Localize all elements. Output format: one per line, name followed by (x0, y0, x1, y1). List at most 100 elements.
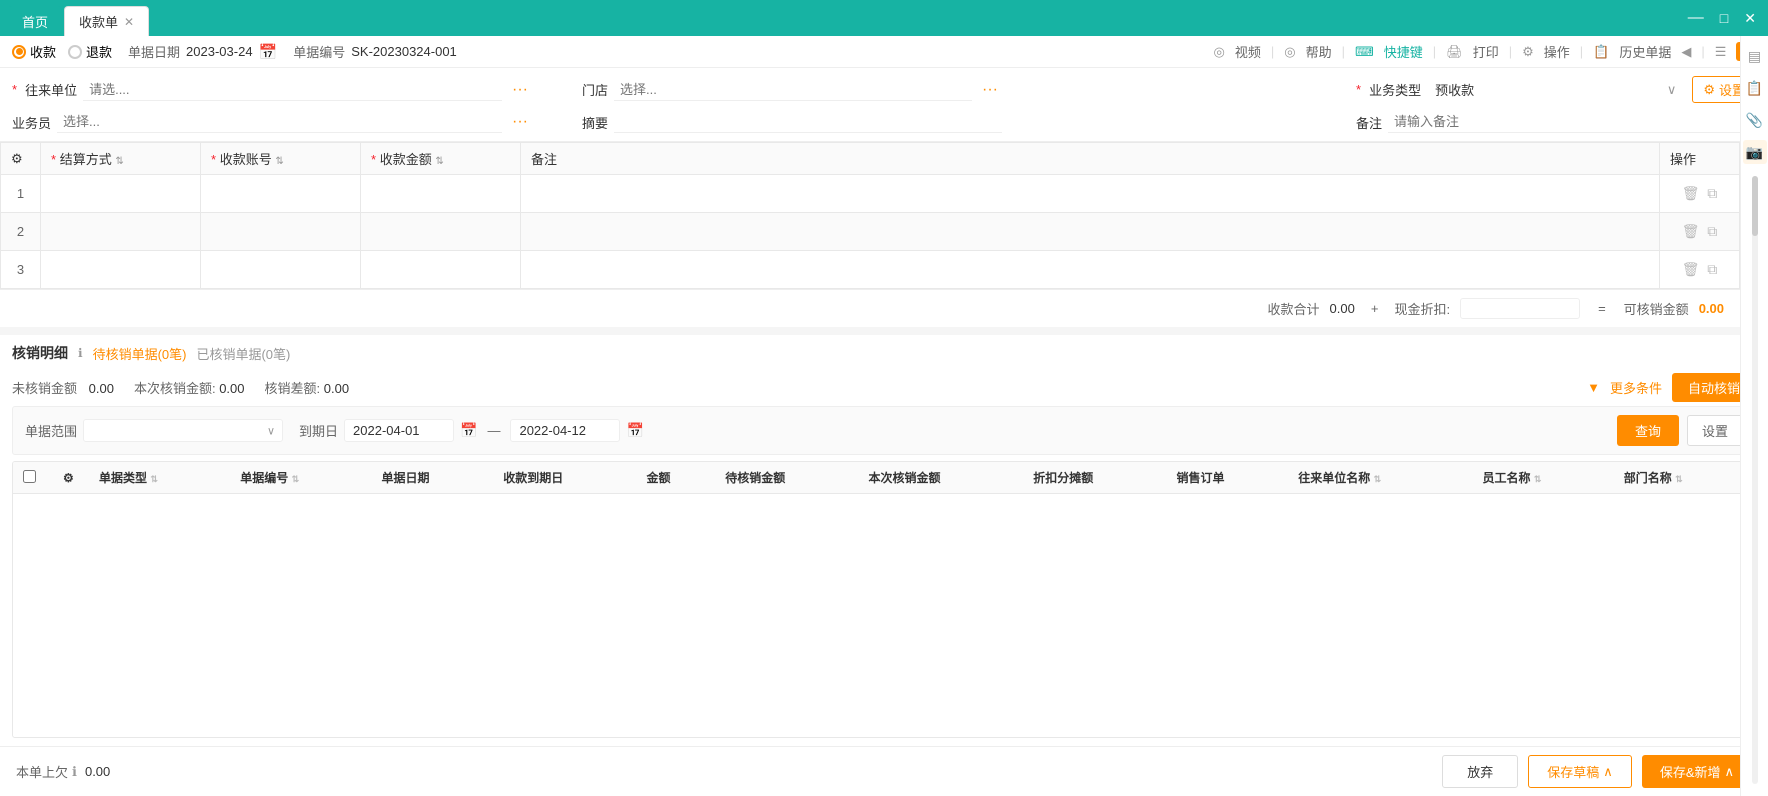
toolbar-history-btn[interactable]: 历史单据 (1619, 42, 1671, 61)
cell-amount[interactable] (361, 251, 521, 289)
window-maximize[interactable]: □ (1716, 10, 1732, 26)
radio-refund[interactable]: 退款 (68, 42, 112, 61)
save-draft-btn[interactable]: 保存草稿 ∧ (1528, 755, 1632, 788)
scrollbar-track[interactable] (1752, 176, 1758, 784)
cell-method[interactable] (41, 251, 201, 289)
toolbar-divider4: | (1509, 44, 1512, 59)
cell-amount[interactable] (361, 175, 521, 213)
th-dept-name: 部门名称 ⇅ (1614, 462, 1755, 494)
cell-remark[interactable] (521, 213, 1660, 251)
tab-close-icon[interactable]: ✕ (124, 15, 134, 29)
th-settings2[interactable]: ⚙ (53, 462, 89, 494)
cell-remark[interactable] (521, 251, 1660, 289)
th-method: * 结算方式 ⇅ (41, 143, 201, 175)
toolbar-nav-left[interactable]: ◀ (1681, 44, 1691, 60)
th-due-date: 收款到期日 (493, 462, 636, 494)
table-row: 3 🗑 ⧉ (1, 251, 1740, 289)
calendar-from-icon[interactable]: 📅 (460, 422, 477, 439)
tab-home[interactable]: 首页 (8, 6, 62, 36)
filter-icon: ▼ (1587, 380, 1600, 395)
current-stat: 本次核销金额: 0.00 (134, 378, 245, 397)
toolbar-video-btn[interactable]: 视频 (1235, 42, 1261, 61)
table-settings-btn[interactable]: 设置 (1687, 415, 1743, 446)
right-panel-icon-doc[interactable]: 📋 (1743, 76, 1767, 100)
business-type-dropdown[interactable]: ∨ (1667, 82, 1677, 98)
toolbar-nav-list[interactable]: ☰ (1715, 44, 1727, 60)
tab-receipt[interactable]: 收款单 ✕ (64, 6, 149, 36)
partner-more-btn[interactable]: ··· (508, 81, 532, 99)
row-delete-icon[interactable]: 🗑 (1682, 185, 1700, 201)
toolbar-history-icon: 📋 (1593, 44, 1609, 60)
row-copy-icon[interactable]: ⧉ (1707, 185, 1717, 201)
th-settings[interactable]: ⚙ (1, 143, 41, 175)
cell-account[interactable] (201, 213, 361, 251)
cell-account[interactable] (201, 251, 361, 289)
row-delete-icon[interactable]: 🗑 (1682, 223, 1700, 239)
row-delete-icon[interactable]: 🗑 (1682, 261, 1700, 277)
cell-method[interactable] (41, 213, 201, 251)
partner-input[interactable] (83, 79, 502, 101)
calendar-icon[interactable]: 📅 (259, 43, 278, 61)
right-panel: ▤ 📋 📎 📷 (1740, 36, 1768, 796)
business-type-label-text: 业务类型 (1369, 80, 1421, 99)
calendar-to-icon[interactable]: 📅 (626, 422, 643, 439)
current-value: 0.00 (219, 381, 244, 396)
date-dash: — (487, 423, 500, 438)
discount-input[interactable] (1460, 298, 1580, 319)
right-panel-icon-table[interactable]: ▤ (1743, 44, 1767, 68)
tab-home-label: 首页 (22, 12, 48, 31)
select-all-checkbox[interactable] (23, 470, 36, 483)
save-new-btn[interactable]: 保存&新增 ∧ (1642, 755, 1752, 788)
date-value: 2023-03-24 (186, 44, 253, 59)
receipt-table: ⚙ * 结算方式 ⇅ * 收款账号 ⇅ * 收款金额 ⇅ (0, 142, 1740, 289)
total-value: 0.00 (1330, 301, 1355, 316)
th-partner-name: 往来单位名称 ⇅ (1288, 462, 1472, 494)
save-new-arrow-icon: ∧ (1724, 764, 1734, 780)
radio-receipt[interactable]: 收款 (12, 42, 56, 61)
footer-bar: 本单上欠 ℹ 0.00 放弃 保存草稿 ∧ 保存&新增 ∧ (0, 746, 1768, 796)
store-input[interactable] (614, 79, 972, 101)
date-label: 单据日期 (128, 42, 180, 61)
range-select[interactable] (83, 419, 283, 442)
staff-input[interactable] (57, 111, 502, 133)
right-panel-icon-attach[interactable]: 📎 (1743, 108, 1767, 132)
table-row: 2 🗑 ⧉ (1, 213, 1740, 251)
reconcile-title: 核销明细 (12, 343, 68, 363)
summary-input[interactable] (614, 111, 1002, 133)
carryover-info-icon[interactable]: ℹ (72, 764, 77, 780)
toolbar-shortcut-icon: ⌨ (1355, 44, 1374, 60)
done-text: 已核销单据(0笔) (196, 344, 290, 363)
cell-method[interactable] (41, 175, 201, 213)
row-copy-icon[interactable]: ⧉ (1707, 261, 1717, 277)
toolbar-operation-btn[interactable]: 操作 (1544, 42, 1570, 61)
cell-account[interactable] (201, 175, 361, 213)
th-checkbox[interactable] (13, 462, 53, 494)
row-copy-icon[interactable]: ⧉ (1707, 223, 1717, 239)
discard-btn[interactable]: 放弃 (1442, 755, 1518, 788)
date-to-input[interactable] (510, 419, 620, 442)
th-action: 操作 (1660, 143, 1740, 175)
unchecked-value: 0.00 (89, 381, 114, 396)
window-close[interactable]: ✕ (1740, 10, 1760, 27)
toolbar-shortcut-btn[interactable]: 快捷键 (1384, 42, 1423, 61)
query-btn[interactable]: 查询 (1617, 415, 1679, 446)
carryover-value: 0.00 (85, 764, 110, 779)
window-minimize[interactable]: — (1684, 9, 1708, 27)
cell-amount[interactable] (361, 213, 521, 251)
due-date-filter: 到期日 📅 — 📅 (299, 419, 644, 442)
notes-input[interactable] (1388, 111, 1756, 133)
toolbar-print-btn[interactable]: 打印 (1473, 42, 1499, 61)
pending-link[interactable]: 待核销单据(0笔) (93, 344, 187, 363)
date-from-input[interactable] (344, 419, 454, 442)
radio-refund-circle (68, 45, 82, 59)
due-label: 到期日 (299, 421, 338, 440)
more-filter-btn[interactable]: 更多条件 (1610, 378, 1662, 397)
reconcile-stats: 未核销金额 0.00 本次核销金额: 0.00 核销差额: 0.00 ▼ 更多条… (12, 369, 1756, 406)
unchecked-label: 未核销金额 (12, 381, 77, 396)
cell-remark[interactable] (521, 175, 1660, 213)
store-more-btn[interactable]: ··· (978, 81, 1002, 99)
radio-refund-label: 退款 (86, 42, 112, 61)
staff-more-btn[interactable]: ··· (508, 113, 532, 131)
right-panel-icon-scan[interactable]: 📷 (1743, 140, 1767, 164)
toolbar-help-btn[interactable]: 帮助 (1306, 42, 1332, 61)
